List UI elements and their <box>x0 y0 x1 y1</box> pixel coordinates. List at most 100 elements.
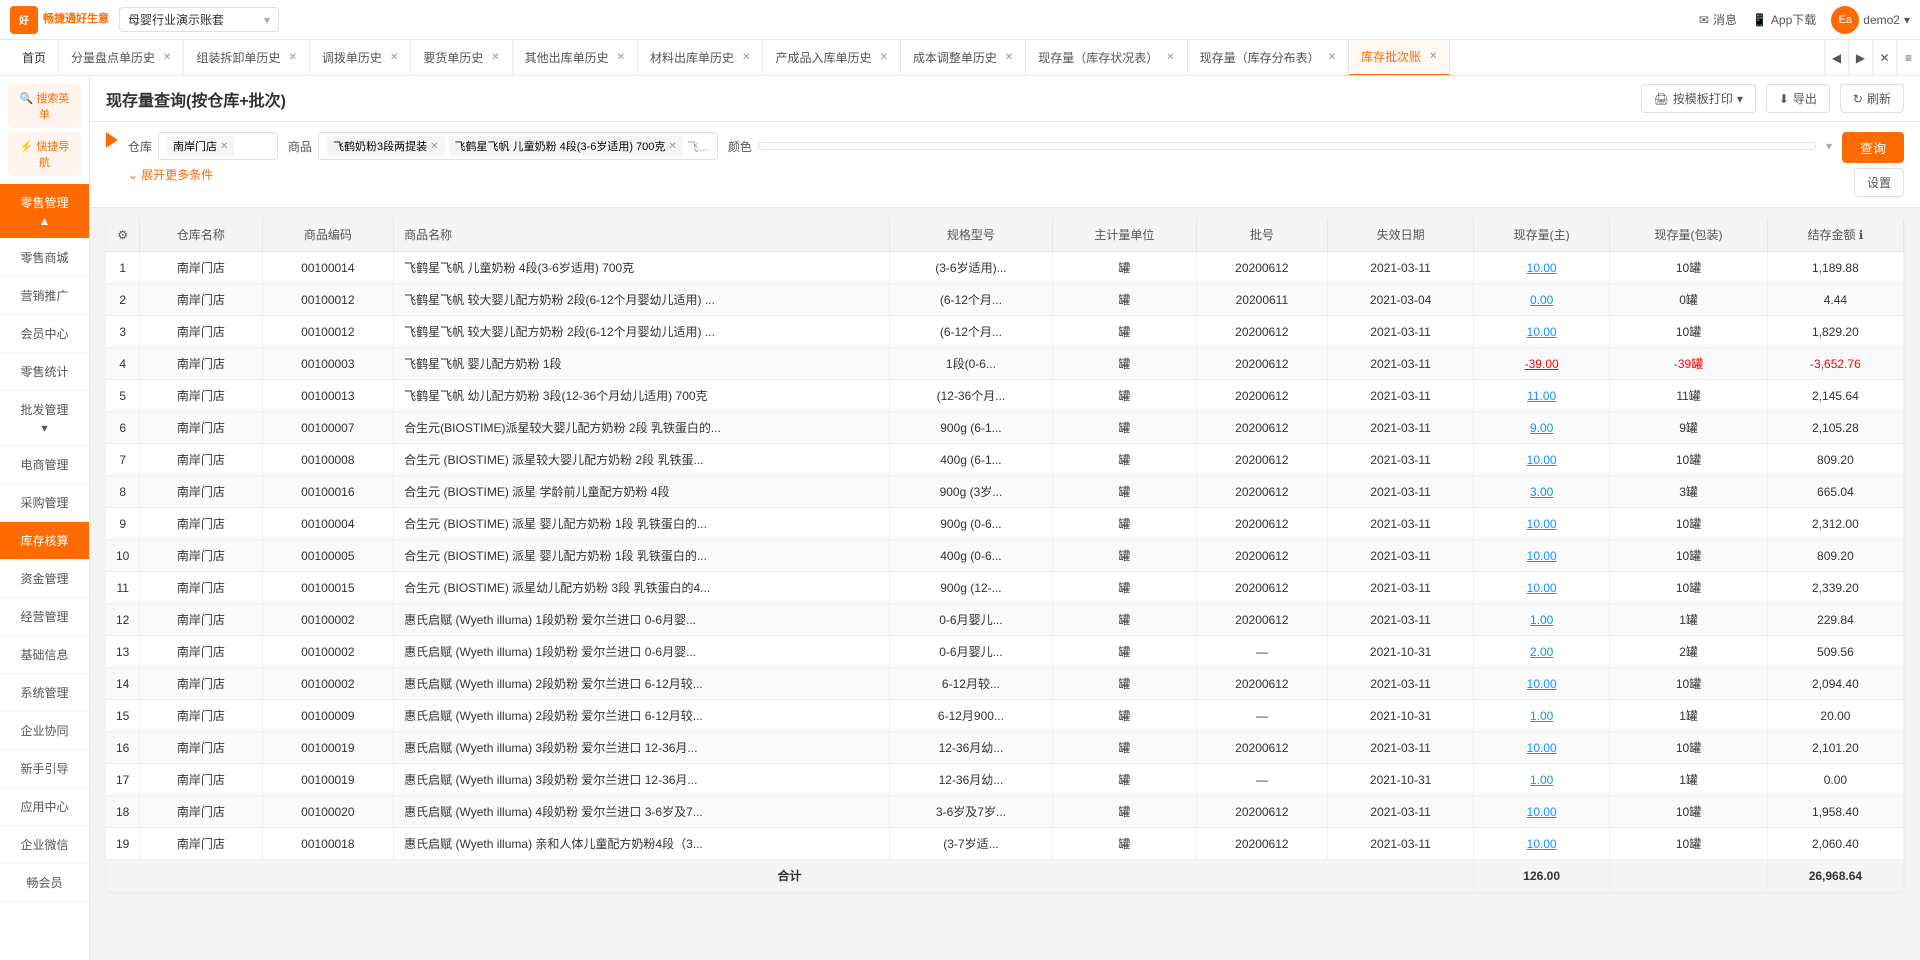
row-stock-main[interactable]: 1.00 <box>1474 604 1610 636</box>
row-code: 00100008 <box>262 444 394 476</box>
app-download-btn[interactable]: 📱 App下载 <box>1752 11 1816 28</box>
sidebar-item-system[interactable]: 系统管理 <box>0 674 89 712</box>
row-stock-main[interactable]: 0.00 <box>1474 284 1610 316</box>
row-stock-main[interactable]: 3.00 <box>1474 476 1610 508</box>
tab-stock-status[interactable]: 现存量（库存状况表） ✕ <box>1026 40 1187 76</box>
row-amount: 2,145.64 <box>1767 380 1903 412</box>
sidebar-item-app-center[interactable]: 应用中心 <box>0 788 89 826</box>
table-row: 18 南岸门店 00100020 惠氏启赋 (Wyeth illuma) 4段奶… <box>106 796 1904 828</box>
sidebar-item-membership[interactable]: 畅会员 <box>0 864 89 902</box>
sidebar-item-enterprise[interactable]: 企业协同 <box>0 712 89 750</box>
user-menu[interactable]: Ea demo2 ▾ <box>1831 6 1910 34</box>
color-dropdown-icon[interactable]: ▾ <box>1826 139 1832 153</box>
tab-fen-liang[interactable]: 分量盘点单历史 ✕ <box>59 40 184 76</box>
sidebar-item-wholesale[interactable]: 批发管理 ▾ <box>0 391 89 446</box>
filter-toggle-btn[interactable] <box>106 132 118 148</box>
sidebar-item-ecom[interactable]: 电商管理 <box>0 446 89 484</box>
nav-next-btn[interactable]: ▶ <box>1848 40 1872 76</box>
sidebar-item-purchase[interactable]: 采购管理 <box>0 484 89 522</box>
row-warehouse: 南岸门店 <box>140 700 262 732</box>
expand-conditions-btn[interactable]: ⌄ 展开更多条件 <box>128 166 1832 183</box>
tab-cost-adj[interactable]: 成本调整单历史 ✕ <box>901 40 1026 76</box>
tab-product-in[interactable]: 产成品入库单历史 ✕ <box>763 40 900 76</box>
tab-zu-zhuang[interactable]: 组装拆卸单历史 ✕ <box>184 40 309 76</box>
goods-tag-group[interactable]: 飞鹤奶粉3段两提装 ✕ 飞鹤星飞帆 儿童奶粉 4段(3-6岁适用) 700克 ✕… <box>318 132 718 160</box>
sidebar-item-label: 企业协同 <box>20 722 68 739</box>
tab-close-icon[interactable]: ✕ <box>163 52 171 63</box>
row-stock-main[interactable]: 1.00 <box>1474 764 1610 796</box>
row-stock-main[interactable]: 10.00 <box>1474 668 1610 700</box>
settings-icon[interactable]: ⚙ <box>117 228 128 242</box>
sidebar-item-member[interactable]: 会员中心 <box>0 315 89 353</box>
goods-tag-1: 飞鹤奶粉3段两提装 ✕ <box>327 136 445 156</box>
row-stock-main[interactable]: 10.00 <box>1474 828 1610 860</box>
message-btn[interactable]: ✉ 消息 <box>1699 11 1737 28</box>
row-stock-main[interactable]: 1.00 <box>1474 700 1610 732</box>
row-spec: (3-6岁适用)... <box>889 252 1052 284</box>
row-stock-main[interactable]: 11.00 <box>1474 380 1610 412</box>
tab-batch-account[interactable]: 库存批次账 ✕ <box>1349 40 1450 76</box>
tab-close-icon[interactable]: ✕ <box>1328 52 1336 63</box>
tab-close-icon[interactable]: ✕ <box>1429 51 1437 62</box>
query-btn[interactable]: 查询 <box>1842 132 1904 163</box>
nav-more-btn[interactable]: ≡ <box>1896 40 1920 76</box>
expand-arrow-icon: ▾ <box>41 421 47 435</box>
sidebar-item-retail-mgmt[interactable]: 零售管理 ▲ <box>0 184 89 239</box>
col-settings[interactable]: ⚙ <box>106 218 140 252</box>
color-tag-group[interactable] <box>758 142 1816 150</box>
row-stock-pkg: 10罐 <box>1610 316 1768 348</box>
logo: 好 畅捷通好生意 <box>10 6 109 34</box>
tab-diao-bo[interactable]: 调拨单历史 ✕ <box>310 40 411 76</box>
tab-close-icon[interactable]: ✕ <box>742 52 750 63</box>
row-stock-main[interactable]: 2.00 <box>1474 636 1610 668</box>
tab-close-icon[interactable]: ✕ <box>617 52 625 63</box>
row-stock-main[interactable]: 10.00 <box>1474 732 1610 764</box>
sidebar-item-wechat-work[interactable]: 企业微信 <box>0 826 89 864</box>
tab-yao-huo[interactable]: 要货单历史 ✕ <box>411 40 512 76</box>
row-stock-main[interactable]: -39.00 <box>1474 348 1610 380</box>
tab-close-icon[interactable]: ✕ <box>1005 52 1013 63</box>
org-selector[interactable]: 母婴行业演示账套 ▾ <box>119 7 279 32</box>
row-stock-main[interactable]: 10.00 <box>1474 508 1610 540</box>
settings-btn[interactable]: 设置 <box>1854 168 1904 197</box>
tab-close-icon[interactable]: ✕ <box>288 52 296 63</box>
row-stock-main[interactable]: 9.00 <box>1474 412 1610 444</box>
sidebar-item-basic-info[interactable]: 基础信息 <box>0 636 89 674</box>
print-btn[interactable]: 🖨 按模板打印 ▾ <box>1641 84 1756 113</box>
row-stock-main[interactable]: 10.00 <box>1474 316 1610 348</box>
sidebar-item-retail-stat[interactable]: 零售统计 <box>0 353 89 391</box>
tab-other-out[interactable]: 其他出库单历史 ✕ <box>513 40 638 76</box>
goods-tag-2-remove[interactable]: ✕ <box>668 141 676 152</box>
export-btn[interactable]: ⬇ 导出 <box>1766 84 1830 113</box>
row-stock-main[interactable]: 10.00 <box>1474 796 1610 828</box>
tab-close-icon[interactable]: ✕ <box>390 52 398 63</box>
sidebar-item-guide[interactable]: 新手引导 <box>0 750 89 788</box>
row-expire: 2021-10-31 <box>1328 764 1474 796</box>
refresh-btn[interactable]: ↻ 刷新 <box>1840 84 1904 113</box>
tab-stock-dist[interactable]: 现存量（库存分布表） ✕ <box>1188 40 1349 76</box>
nav-tabs: 首页 分量盘点单历史 ✕ 组装拆卸单历史 ✕ 调拨单历史 ✕ 要货单历史 ✕ 其… <box>0 40 1920 76</box>
tab-close-icon[interactable]: ✕ <box>1166 52 1174 63</box>
goods-tag-1-remove[interactable]: ✕ <box>430 141 438 152</box>
sidebar-item-operations[interactable]: 经营管理 <box>0 598 89 636</box>
sidebar-item-marketing[interactable]: 营销推广 <box>0 277 89 315</box>
row-stock-main[interactable]: 10.00 <box>1474 252 1610 284</box>
row-stock-main[interactable]: 10.00 <box>1474 572 1610 604</box>
tab-home[interactable]: 首页 <box>10 40 59 76</box>
sidebar-item-retail-shop[interactable]: 零售商城 <box>0 239 89 277</box>
nav-prev-btn[interactable]: ◀ <box>1824 40 1848 76</box>
shortcut-nav-btn[interactable]: ⚡ 快捷导航 <box>8 132 81 176</box>
nav-close-btn[interactable]: ✕ <box>1872 40 1896 76</box>
row-stock-main[interactable]: 10.00 <box>1474 444 1610 476</box>
warehouse-tag-group[interactable]: 南岸门店 ✕ <box>158 132 278 160</box>
row-unit: 罐 <box>1053 700 1196 732</box>
warehouse-tag-remove[interactable]: ✕ <box>220 141 228 152</box>
tab-close-icon[interactable]: ✕ <box>879 52 887 63</box>
sidebar-item-inventory[interactable]: 库存核算 <box>0 522 89 560</box>
sidebar-item-finance[interactable]: 资金管理 <box>0 560 89 598</box>
search-menu-btn[interactable]: 🔍 搜索英单 <box>8 84 81 128</box>
tab-material-out[interactable]: 材料出库单历史 ✕ <box>638 40 763 76</box>
row-amount: 509.56 <box>1767 636 1903 668</box>
row-stock-main[interactable]: 10.00 <box>1474 540 1610 572</box>
tab-close-icon[interactable]: ✕ <box>491 52 499 63</box>
